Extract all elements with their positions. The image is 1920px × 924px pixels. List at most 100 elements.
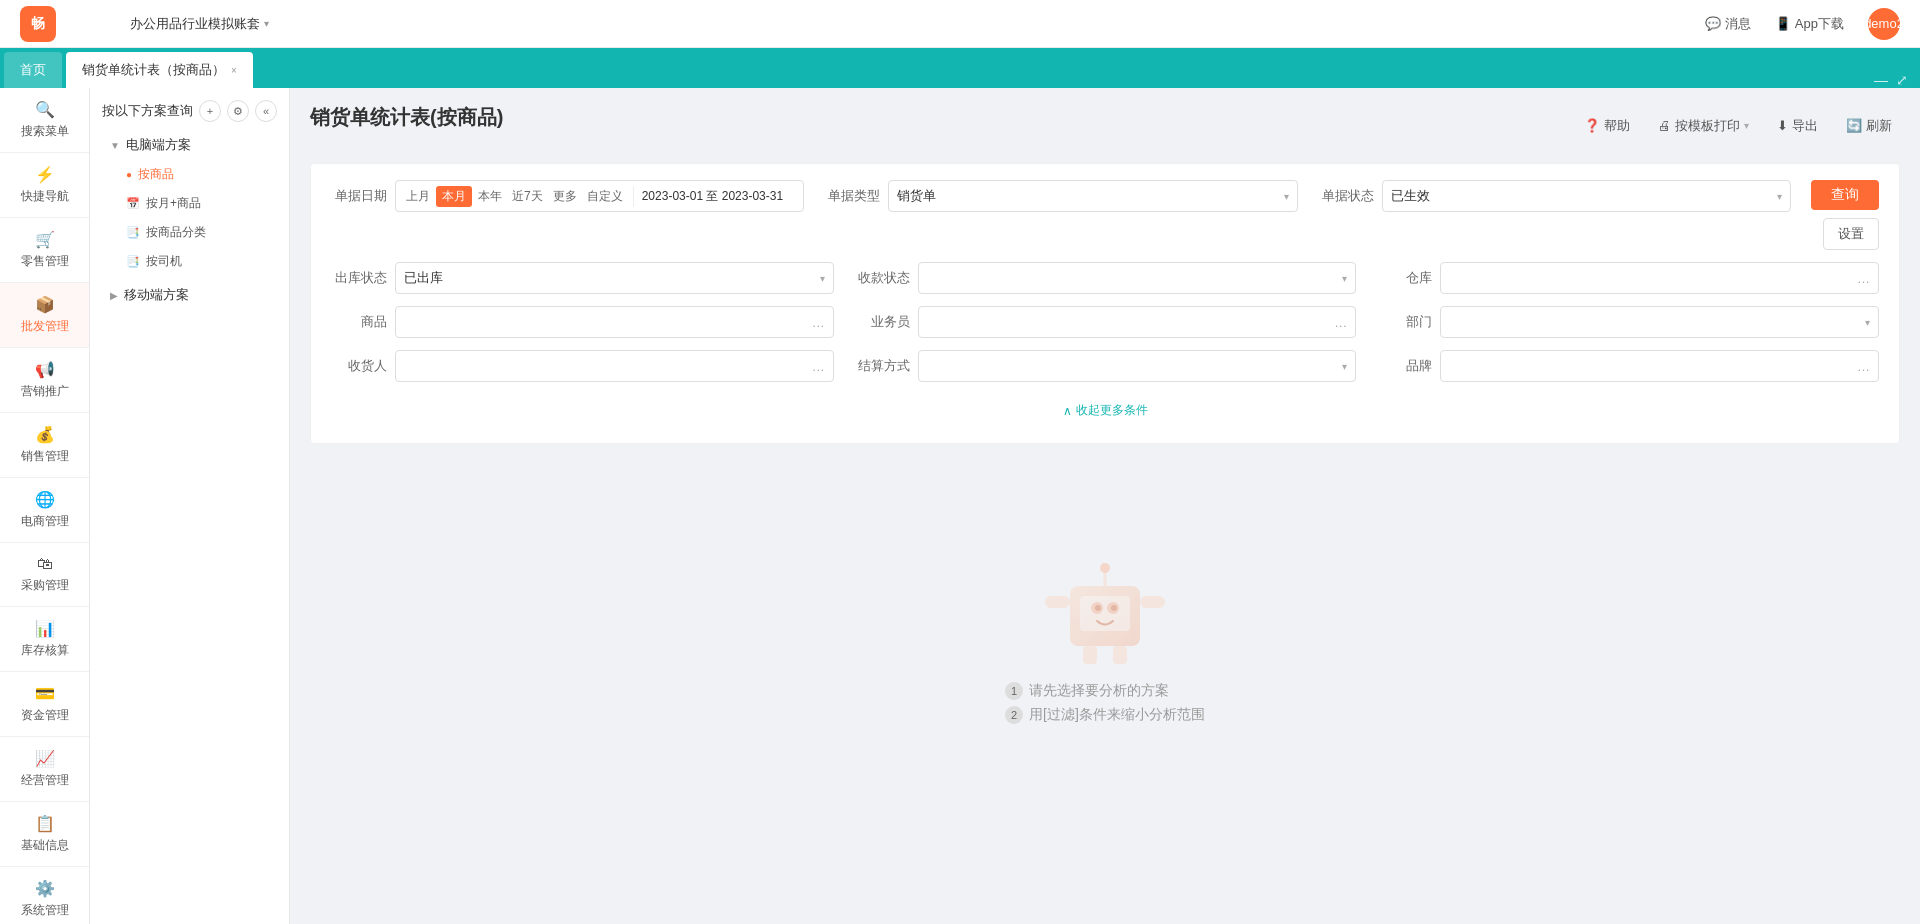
tree-group-header-desktop[interactable]: ▼ 电脑端方案: [90, 130, 289, 160]
topbar: 畅 办公用品行业模拟账套 ▾ 💬 消息 📱 App下载 demo2: [0, 0, 1920, 48]
basics-icon: 📋: [4, 814, 85, 833]
sidebar-item-ecommerce[interactable]: 🌐 电商管理: [0, 478, 89, 543]
sidebar-item-label: 电商管理: [21, 514, 69, 528]
sidebar-item-purchase[interactable]: 🛍 采购管理: [0, 543, 89, 607]
sidebar-item-basics[interactable]: 📋 基础信息: [0, 802, 89, 867]
outstatus-input[interactable]: 已出库 ▾: [395, 262, 834, 294]
product-label: 商品: [331, 313, 387, 331]
sidebar-item-retail[interactable]: 🛒 零售管理: [0, 218, 89, 283]
date-range-input[interactable]: 上月 本月 本年 近7天 更多 自定义 2023-03-01 至 2023-03…: [395, 180, 804, 212]
docstatus-arrow: ▾: [1777, 191, 1782, 202]
step-num-1: 1: [1005, 682, 1023, 700]
add-scheme-btn[interactable]: +: [199, 100, 221, 122]
date-range-value: 2023-03-01 至 2023-03-31: [634, 188, 804, 205]
product-input[interactable]: …: [395, 306, 834, 338]
app-download-btn[interactable]: 📱 App下载: [1775, 15, 1844, 33]
message-btn[interactable]: 💬 消息: [1705, 15, 1751, 33]
print-btn[interactable]: 🖨 按模板打印 ▾: [1650, 113, 1757, 139]
app-label: App下载: [1795, 15, 1844, 33]
sidebar-item-label: 销售管理: [21, 449, 69, 463]
sidebar-item-quick-nav[interactable]: ⚡ 快捷导航: [0, 153, 89, 218]
tree-item-by-month-product[interactable]: 📅 按月+商品: [90, 189, 289, 218]
collapse-up-arrow: ∧: [1063, 404, 1072, 418]
company-selector[interactable]: 办公用品行业模拟账套 ▾: [130, 15, 269, 33]
sidebar-item-wholesale[interactable]: 📦 批发管理: [0, 283, 89, 348]
wholesale-icon: 📦: [4, 295, 85, 314]
left-panel: 按以下方案查询 + ⚙ « ▼ 电脑端方案 ● 按商品 📅 按月+商品 📑: [90, 88, 290, 924]
date-tab-this-month[interactable]: 本月: [436, 186, 472, 207]
filter-warehouse-field: 仓库 …: [1376, 262, 1879, 294]
svg-point-9: [1100, 563, 1110, 573]
tree-group-header-mobile[interactable]: ▶ 移动端方案: [90, 280, 289, 310]
date-tab-more[interactable]: 更多: [549, 186, 581, 207]
sidebar-item-label: 零售管理: [21, 254, 69, 268]
svg-point-5: [1111, 605, 1117, 611]
topbar-right: 💬 消息 📱 App下载 demo2: [1705, 8, 1900, 40]
tree-group-label-mobile: 移动端方案: [124, 286, 189, 304]
tree-group-mobile: ▶ 移动端方案: [90, 280, 289, 310]
sidebar-item-search-menu[interactable]: 🔍 搜索菜单: [0, 88, 89, 153]
export-btn[interactable]: ⬇ 导出: [1769, 113, 1826, 139]
sidebar-item-sales[interactable]: 💰 销售管理: [0, 413, 89, 478]
nav-tabs: 首页 销货单统计表（按商品） × — ⤢: [0, 48, 1920, 88]
recipient-input[interactable]: …: [395, 350, 834, 382]
window-max-btn[interactable]: ⤢: [1896, 72, 1908, 88]
window-min-btn[interactable]: —: [1874, 72, 1888, 88]
query-btn[interactable]: 查询: [1811, 180, 1879, 210]
date-label: 单据日期: [331, 187, 387, 205]
tree-item-label: 按月+商品: [146, 195, 201, 212]
user-avatar-btn[interactable]: demo2: [1868, 8, 1900, 40]
sidebar-item-system[interactable]: ⚙️ 系统管理: [0, 867, 89, 924]
doctype-input[interactable]: 销货单 ▾: [888, 180, 1297, 212]
sidebar-item-inventory[interactable]: 📊 库存核算: [0, 607, 89, 672]
payment-method-input[interactable]: ▾: [918, 350, 1357, 382]
collapse-filter-btn[interactable]: ∧ 收起更多条件: [331, 394, 1879, 427]
settings-btn[interactable]: 设置: [1823, 218, 1879, 250]
scheme-settings-btn[interactable]: ⚙: [227, 100, 249, 122]
tab-home[interactable]: 首页: [4, 52, 62, 88]
inventory-icon: 📊: [4, 619, 85, 638]
warehouse-input[interactable]: …: [1440, 262, 1879, 294]
sidebar-item-operations[interactable]: 📈 经营管理: [0, 737, 89, 802]
tree-item-by-category[interactable]: 📑 按商品分类: [90, 218, 289, 247]
refresh-btn[interactable]: 🔄 刷新: [1838, 113, 1900, 139]
date-tab-this-year[interactable]: 本年: [474, 186, 506, 207]
search-menu-icon: 🔍: [4, 100, 85, 119]
driver-icon: 📑: [126, 255, 140, 268]
payment-method-label: 结算方式: [854, 357, 910, 375]
content-area: 销货单统计表(按商品) ❓ 帮助 🖨 按模板打印 ▾ ⬇ 导出 🔄 刷新: [290, 88, 1920, 924]
docstatus-input[interactable]: 已生效 ▾: [1382, 180, 1791, 212]
print-icon: 🖨: [1658, 118, 1671, 133]
username-label: demo2: [1864, 16, 1904, 31]
export-label: 导出: [1792, 117, 1818, 135]
brand-input[interactable]: …: [1440, 350, 1879, 382]
active-dot-icon: ●: [126, 169, 132, 180]
brand-label: 品牌: [1376, 357, 1432, 375]
tree-item-by-product[interactable]: ● 按商品: [90, 160, 289, 189]
product-dots: …: [812, 315, 825, 330]
collapse-filter-label: 收起更多条件: [1076, 402, 1148, 419]
payment-status-input[interactable]: ▾: [918, 262, 1357, 294]
export-icon: ⬇: [1777, 118, 1788, 133]
salesperson-input[interactable]: …: [918, 306, 1357, 338]
empty-step-2: 2 用[过滤]条件来缩小分析范围: [1005, 706, 1205, 724]
ecommerce-icon: 🌐: [4, 490, 85, 509]
department-input[interactable]: ▾: [1440, 306, 1879, 338]
filter-row-3: 商品 … 业务员 … 部门: [331, 306, 1879, 338]
sidebar-item-marketing[interactable]: 📢 营销推广: [0, 348, 89, 413]
date-tab-last-month[interactable]: 上月: [402, 186, 434, 207]
tab-sales-stats[interactable]: 销货单统计表（按商品） ×: [66, 52, 253, 88]
page-toolbar: ❓ 帮助 🖨 按模板打印 ▾ ⬇ 导出 🔄 刷新: [1576, 113, 1900, 139]
empty-text: 1 请先选择要分析的方案 2 用[过滤]条件来缩小分析范围: [1005, 682, 1205, 730]
date-tab-7days[interactable]: 近7天: [508, 186, 547, 207]
collapse-panel-btn[interactable]: «: [255, 100, 277, 122]
tree-item-by-driver[interactable]: 📑 按司机: [90, 247, 289, 276]
retail-icon: 🛒: [4, 230, 85, 249]
print-label: 按模板打印: [1675, 117, 1740, 135]
tab-close-btn[interactable]: ×: [231, 65, 237, 76]
sidebar-item-finance[interactable]: 💳 资金管理: [0, 672, 89, 737]
help-btn[interactable]: ❓ 帮助: [1576, 113, 1638, 139]
tree-item-label: 按司机: [146, 253, 182, 270]
date-tab-custom[interactable]: 自定义: [583, 186, 627, 207]
nav-tab-actions: — ⤢: [1874, 72, 1920, 88]
